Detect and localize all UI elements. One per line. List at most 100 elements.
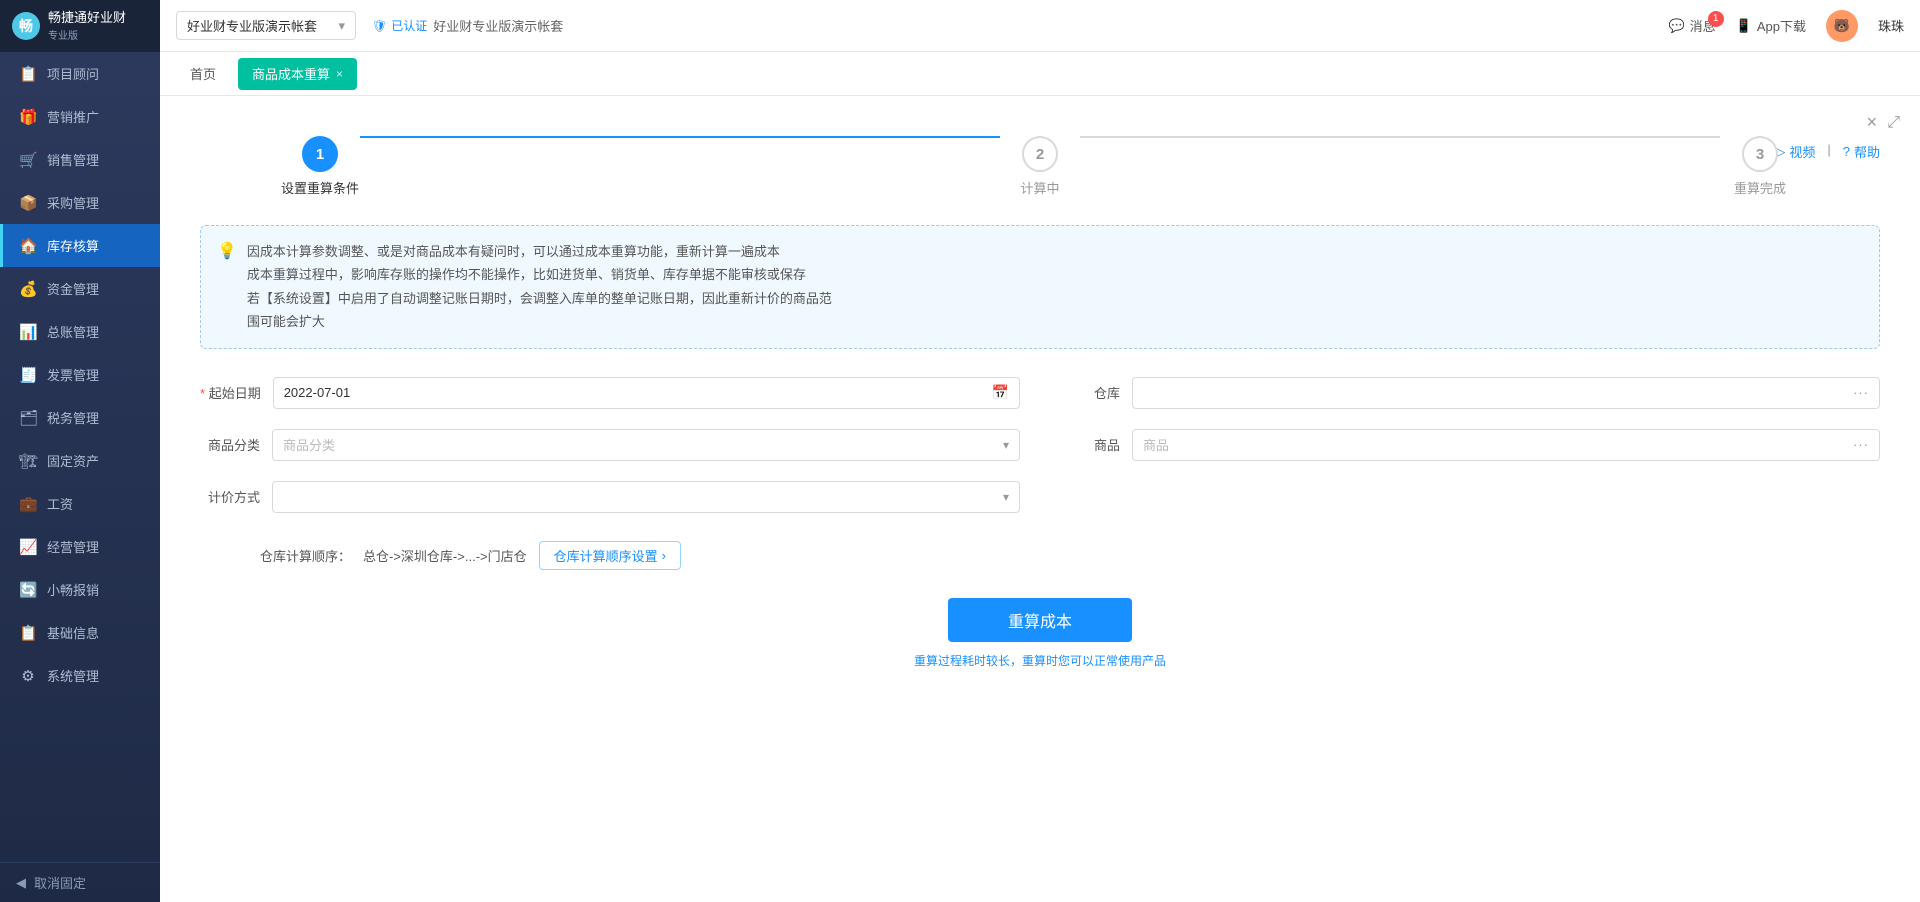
pricing-input[interactable]: ▾: [272, 481, 1020, 513]
account-name: 好业财专业版演示帐套: [187, 16, 332, 35]
divider: |: [1827, 142, 1830, 161]
message-button[interactable]: 💬 消息 1: [1668, 16, 1715, 35]
app-edition: 专业版: [48, 27, 126, 42]
goods-field: 商品 商品 ···: [1060, 429, 1880, 461]
category-dropdown-icon[interactable]: ▾: [1003, 438, 1009, 452]
warehouse-field: 仓库 ···: [1060, 377, 1880, 409]
pricing-dropdown-icon[interactable]: ▾: [1003, 490, 1009, 504]
app-download-button[interactable]: 📱 App下载: [1736, 16, 1806, 35]
sidebar-item-project[interactable]: 📋 项目顾问: [0, 52, 160, 95]
sidebar-unpin-button[interactable]: ◀ 取消固定: [0, 862, 160, 902]
sidebar-item-finance[interactable]: 💰 资金管理: [0, 267, 160, 310]
step-1: 1 设置重算条件: [280, 136, 360, 197]
sidebar-item-label: 库存核算: [47, 236, 99, 255]
tabs-bar: 首页 商品成本重算 ×: [160, 52, 1920, 96]
marketing-icon: 🎁: [19, 108, 37, 126]
sidebar-nav: 📋 项目顾问 🎁 营销推广 🛒 销售管理 📦 采购管理 🏠 库存核算 💰 资金管…: [0, 52, 160, 862]
sidebar: 畅 畅捷通好业财 专业版 📋 项目顾问 🎁 营销推广 🛒 销售管理 📦 采购管理…: [0, 0, 160, 902]
system-icon: ⚙: [19, 667, 37, 685]
sidebar-item-expense[interactable]: 🔄 小畅报销: [0, 568, 160, 611]
warehouse-order-label: 仓库计算顺序：: [260, 546, 351, 565]
goods-more-icon[interactable]: ···: [1853, 437, 1869, 452]
panel-expand-button[interactable]: ⤢: [1887, 114, 1900, 132]
sidebar-item-system[interactable]: ⚙ 系统管理: [0, 654, 160, 697]
verified-badge: 🛡 已认证 好业财专业版演示帐套: [372, 16, 563, 35]
calc-hint: 重算过程耗时较长，重算时您可以正常使用产品: [200, 652, 1880, 669]
tab-home[interactable]: 首页: [176, 58, 230, 90]
warehouse-order-row: 仓库计算顺序： 总仓->深圳仓库->...->门店仓 仓库计算顺序设置 ›: [200, 541, 1880, 570]
sidebar-item-purchase[interactable]: 📦 采购管理: [0, 181, 160, 224]
help-icon: ?: [1843, 144, 1850, 159]
salary-icon: 💼: [19, 495, 37, 513]
goods-placeholder: 商品: [1143, 435, 1853, 454]
warehouse-order-settings-button[interactable]: 仓库计算顺序设置 ›: [539, 541, 681, 570]
tab-cost[interactable]: 商品成本重算 ×: [238, 58, 357, 90]
sidebar-item-sales[interactable]: 🛒 销售管理: [0, 138, 160, 181]
category-placeholder: 商品分类: [283, 435, 1003, 454]
sidebar-logo: 畅 畅捷通好业财 专业版: [0, 0, 160, 52]
category-field: 商品分类 商品分类 ▾: [200, 429, 1020, 461]
goods-input[interactable]: 商品 ···: [1132, 429, 1880, 461]
sidebar-item-operation[interactable]: 📈 经营管理: [0, 525, 160, 568]
sidebar-item-label: 采购管理: [47, 193, 99, 212]
sidebar-item-marketing[interactable]: 🎁 营销推广: [0, 95, 160, 138]
unpin-label: 取消固定: [34, 873, 86, 892]
sidebar-item-invoice[interactable]: 🧾 发票管理: [0, 353, 160, 396]
tab-cost-close[interactable]: ×: [336, 67, 343, 81]
topbar-right: 💬 消息 1 📱 App下载 🐻 珠珠: [1668, 10, 1904, 42]
form-row-3: 计价方式 ▾: [200, 481, 1880, 513]
base-icon: 📋: [19, 624, 37, 642]
app-logo-icon: 畅: [12, 12, 40, 40]
form-row-1: * 起始日期 2022-07-01 📅 仓库 ···: [200, 377, 1880, 409]
sidebar-item-label: 基础信息: [47, 623, 99, 642]
warehouse-order-value: 总仓->深圳仓库->...->门店仓: [363, 546, 527, 565]
finance-icon: 💰: [19, 280, 37, 298]
step-2-circle: 2: [1022, 136, 1058, 172]
warehouse-input[interactable]: ···: [1132, 377, 1880, 409]
sidebar-item-label: 小畅报销: [47, 580, 99, 599]
sidebar-item-label: 经营管理: [47, 537, 99, 556]
invoice-icon: 🧾: [19, 366, 37, 384]
inventory-icon: 🏠: [19, 237, 37, 255]
sidebar-item-label: 固定资产: [47, 451, 99, 470]
expense-icon: 🔄: [19, 581, 37, 599]
calendar-icon[interactable]: 📅: [992, 384, 1009, 401]
sidebar-item-base[interactable]: 📋 基础信息: [0, 611, 160, 654]
sidebar-item-label: 发票管理: [47, 365, 99, 384]
step-line-1: [360, 136, 1000, 138]
help-buttons: ▷ 视频 | ? 帮助: [1775, 142, 1880, 161]
start-date-input[interactable]: 2022-07-01 📅: [273, 377, 1020, 409]
main-area: 好业财专业版演示帐套 ▾ 🛡 已认证 好业财专业版演示帐套 💬 消息 1 📱 A…: [160, 0, 1920, 902]
sidebar-item-tax[interactable]: 🗂 税务管理: [0, 396, 160, 439]
sidebar-item-inventory[interactable]: 🏠 库存核算: [0, 224, 160, 267]
warehouse-more-icon[interactable]: ···: [1853, 385, 1869, 400]
account-selector[interactable]: 好业财专业版演示帐套 ▾: [176, 11, 356, 40]
step-connector-1: [360, 136, 1000, 160]
info-box: 💡 因成本计算参数调整、或是对商品成本有疑问时，可以通过成本重算功能，重新计算一…: [200, 225, 1880, 349]
start-date-value: 2022-07-01: [284, 385, 992, 400]
recalculate-button[interactable]: 重算成本: [948, 598, 1132, 642]
start-date-field: * 起始日期 2022-07-01 📅: [200, 377, 1020, 409]
tab-cost-label: 商品成本重算: [252, 64, 330, 83]
sidebar-item-salary[interactable]: 💼 工资: [0, 482, 160, 525]
help-button[interactable]: ? 帮助: [1843, 142, 1880, 161]
app-download-label: App下载: [1757, 16, 1806, 35]
warehouse-label: 仓库: [1060, 383, 1120, 402]
company-name: 好业财专业版演示帐套: [433, 16, 563, 35]
tab-home-label: 首页: [190, 64, 216, 83]
message-badge: 1: [1708, 11, 1724, 27]
project-icon: 📋: [19, 65, 37, 83]
content-area: × ⤢ 1 设置重算条件 2: [160, 96, 1920, 902]
pricing-field: 计价方式 ▾: [200, 481, 1020, 513]
sidebar-item-accounting[interactable]: 📊 总账管理: [0, 310, 160, 353]
category-label: 商品分类: [200, 435, 260, 454]
sidebar-item-label: 项目顾问: [47, 64, 99, 83]
required-mark: *: [200, 386, 205, 401]
video-button[interactable]: ▷ 视频: [1775, 142, 1815, 161]
category-input[interactable]: 商品分类 ▾: [272, 429, 1020, 461]
user-avatar[interactable]: 🐻: [1826, 10, 1858, 42]
info-text: 因成本计算参数调整、或是对商品成本有疑问时，可以通过成本重算功能，重新计算一遍成…: [247, 240, 832, 334]
sidebar-item-asset[interactable]: 🏗 固定资产: [0, 439, 160, 482]
mobile-icon: 📱: [1736, 18, 1752, 34]
pricing-label: 计价方式: [200, 487, 260, 506]
